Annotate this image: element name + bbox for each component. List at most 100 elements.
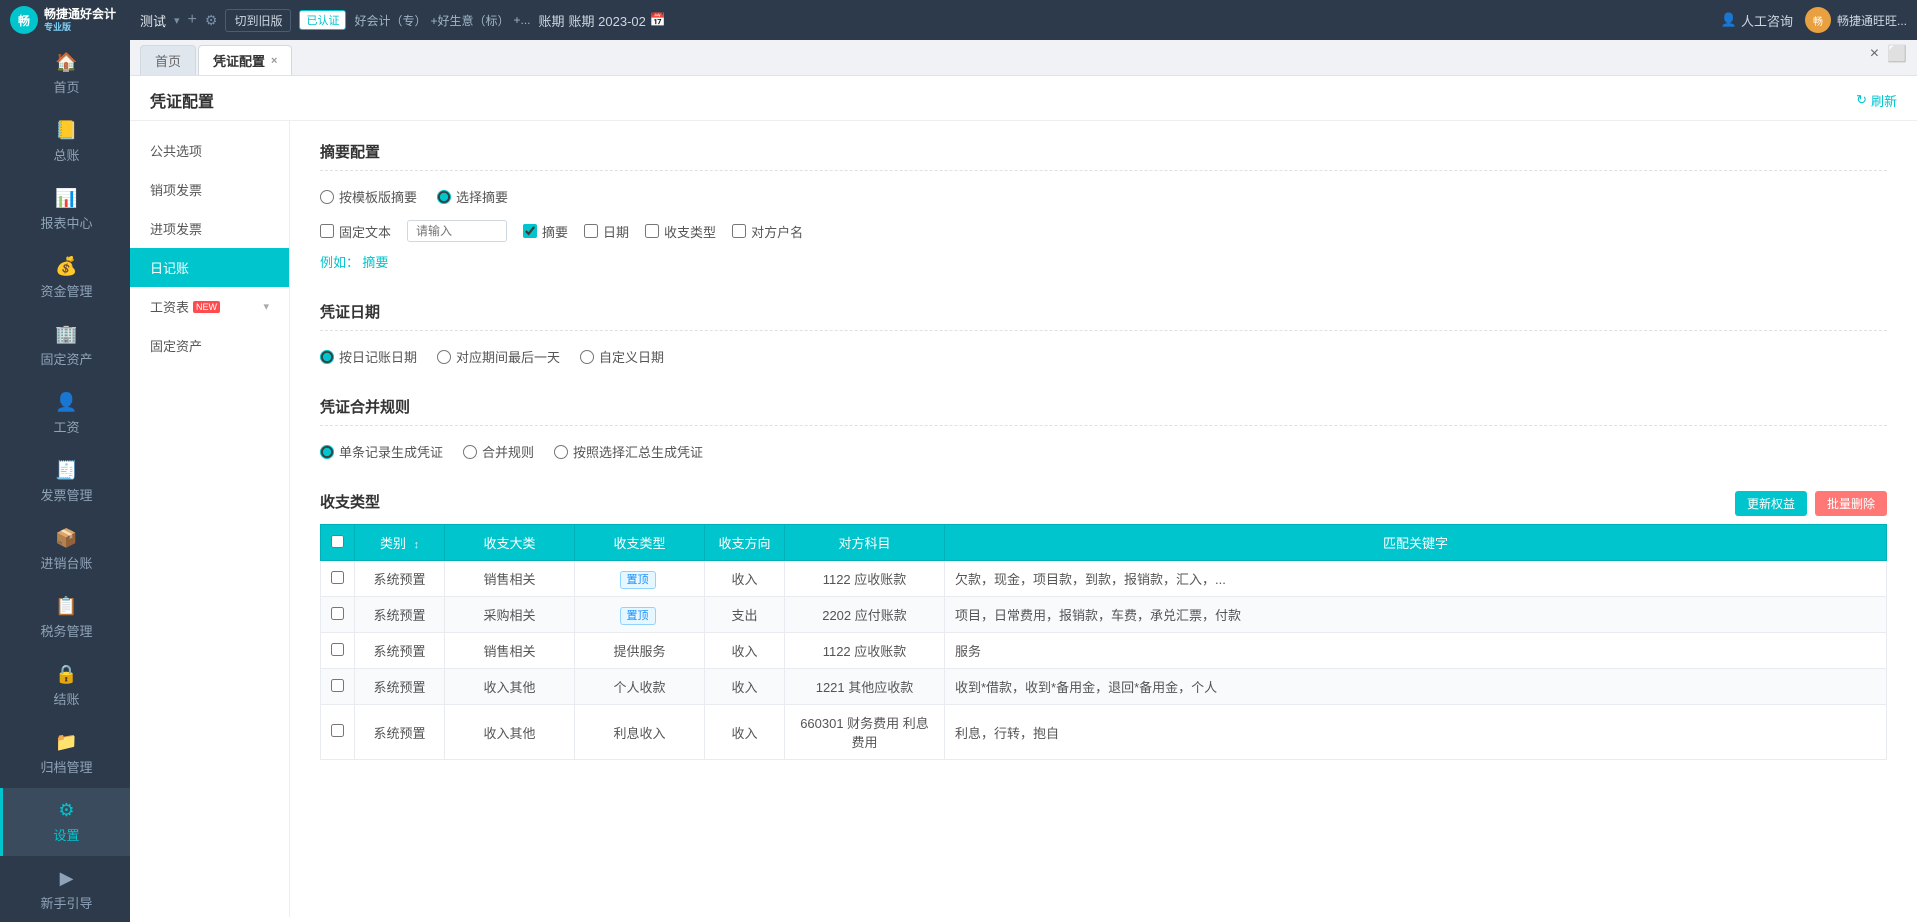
row-checkbox-3[interactable] [331, 679, 344, 692]
th-type: 收支类型 [575, 525, 705, 561]
service-label: 人工咨询 [1741, 11, 1793, 30]
sidebar-item-archive[interactable]: 📁 归档管理 [0, 720, 130, 788]
left-nav-purchase-label: 进项发票 [150, 219, 202, 238]
checkbox-date[interactable]: 日期 [584, 222, 629, 241]
radio-template-input[interactable] [320, 190, 334, 204]
tab-voucher-config[interactable]: 凭证配置 × [198, 45, 292, 75]
service-icon: 👤 [1721, 12, 1737, 28]
checkbox-summary-input[interactable] [523, 224, 537, 238]
table-row: 系统预置 收入其他 利息收入 收入 660301 财务费用 利息费用 利息，行转… [321, 705, 1887, 760]
sidebar-label-tax: 税务管理 [40, 621, 92, 640]
sidebar-item-tax[interactable]: 📋 税务管理 [0, 584, 130, 652]
switch-version-btn[interactable]: 切到旧版 [225, 9, 291, 32]
checkbox-type[interactable]: 收支类型 [645, 222, 716, 241]
cell-keyword-2: 服务 [945, 633, 1887, 669]
user-menu[interactable]: 畅 畅捷通旺旺... [1805, 7, 1907, 33]
radio-journal-date[interactable]: 按日记账日期 [320, 347, 417, 366]
home-icon: 🏠 [55, 52, 77, 73]
left-nav-salary[interactable]: 工资表 NEW ▾ [130, 287, 289, 326]
batch-delete-btn[interactable]: 批量删除 [1815, 491, 1887, 516]
add-icon[interactable]: + [188, 11, 197, 29]
left-nav-sales[interactable]: 销项发票 [130, 170, 289, 209]
update-btn[interactable]: 更新权益 [1735, 491, 1807, 516]
date-checkbox-label: 日期 [603, 222, 629, 241]
radio-template[interactable]: 按模板版摘要 [320, 187, 417, 206]
cell-direction-4: 收入 [705, 705, 785, 760]
row-checkbox-2[interactable] [331, 643, 344, 656]
select-all-checkbox[interactable] [331, 535, 344, 548]
th-checkbox [321, 525, 355, 561]
cell-keyword-3: 收到*借款，收到*备用金，退回*备用金，个人 [945, 669, 1887, 705]
sidebar-item-reports[interactable]: 📊 报表中心 [0, 176, 130, 244]
radio-select-total[interactable]: 按照选择汇总生成凭证 [554, 442, 703, 461]
radio-journal-date-input[interactable] [320, 350, 334, 364]
left-nav-purchase[interactable]: 进项发票 [130, 209, 289, 248]
th-category[interactable]: 类别 ↕ [355, 525, 445, 561]
sidebar-label-payroll: 工资 [53, 417, 79, 436]
merge-section-title: 凭证合并规则 [320, 396, 1887, 426]
checkbox-date-input[interactable] [584, 224, 598, 238]
sidebar-item-purchase[interactable]: 📦 进销台账 [0, 516, 130, 584]
row-checkbox-4[interactable] [331, 724, 344, 737]
checkbox-type-input[interactable] [645, 224, 659, 238]
radio-merge-input[interactable] [463, 445, 477, 459]
cell-type-1: 置顶 [575, 597, 705, 633]
th-big-type: 收支大类 [445, 525, 575, 561]
fixed-text-input[interactable] [407, 220, 507, 242]
cell-checkbox-3[interactable] [321, 669, 355, 705]
radio-merge[interactable]: 合并规则 [463, 442, 534, 461]
radio-select[interactable]: 选择摘要 [437, 187, 508, 206]
tab-home[interactable]: 首页 [140, 45, 196, 75]
service-btn[interactable]: 👤 人工咨询 [1721, 11, 1793, 30]
cell-direction-0: 收入 [705, 561, 785, 597]
assets-icon: 🏢 [55, 324, 77, 345]
checkbox-fixed-text[interactable]: 固定文本 [320, 222, 391, 241]
radio-select-total-label: 按照选择汇总生成凭证 [573, 442, 703, 461]
row-checkbox-0[interactable] [331, 571, 344, 584]
merge-radio-group: 单条记录生成凭证 合并规则 按照选择汇总生成凭证 [320, 442, 1887, 461]
checkbox-counterparty-input[interactable] [732, 224, 746, 238]
logo-sub-text: 专业版 [44, 22, 116, 33]
sidebar-item-guide[interactable]: ▶ 新手引导 [0, 856, 130, 922]
period-display: 账期 账期 2023-02 📅 [539, 11, 667, 30]
sidebar-item-ledger[interactable]: 📒 总账 [0, 108, 130, 176]
calendar-icon[interactable]: 📅 [650, 12, 666, 28]
checkbox-fixed-text-input[interactable] [320, 224, 334, 238]
checkbox-summary[interactable]: 摘要 [523, 222, 568, 241]
radio-period-last-input[interactable] [437, 350, 451, 364]
cell-checkbox-0[interactable] [321, 561, 355, 597]
tab-right-actions: × ⬜ [1870, 44, 1907, 64]
refresh-btn[interactable]: ↻ 刷新 [1856, 91, 1897, 110]
left-nav-public[interactable]: 公共选项 [130, 131, 289, 170]
cell-keyword-0: 欠款，现金，项目款，到款，报销款，汇入，... [945, 561, 1887, 597]
sidebar-item-invoice[interactable]: 🧾 发票管理 [0, 448, 130, 516]
radio-single[interactable]: 单条记录生成凭证 [320, 442, 443, 461]
company-dropdown-icon[interactable]: ▾ [174, 14, 180, 27]
sidebar-item-payroll[interactable]: 👤 工资 [0, 380, 130, 448]
type-tag-0: 置顶 [620, 571, 656, 589]
cell-checkbox-4[interactable] [321, 705, 355, 760]
row-checkbox-1[interactable] [331, 607, 344, 620]
sidebar-item-home[interactable]: 🏠 首页 [0, 40, 130, 108]
radio-period-last[interactable]: 对应期间最后一天 [437, 347, 560, 366]
radio-select-input[interactable] [437, 190, 451, 204]
cell-keyword-1: 项目，日常费用，报销款，车费，承兑汇票，付款 [945, 597, 1887, 633]
settings-icon[interactable]: ⚙ [205, 12, 218, 29]
radio-single-input[interactable] [320, 445, 334, 459]
cell-checkbox-2[interactable] [321, 633, 355, 669]
cell-checkbox-1[interactable] [321, 597, 355, 633]
left-nav-journal[interactable]: 日记账 [130, 248, 289, 287]
sidebar-item-settings[interactable]: ⚙ 设置 [0, 788, 130, 856]
table-row: 系统预置 收入其他 个人收款 收入 1221 其他应收款 收到*借款，收到*备用… [321, 669, 1887, 705]
sidebar-item-assets[interactable]: 🏢 固定资产 [0, 312, 130, 380]
checkbox-counterparty[interactable]: 对方户名 [732, 222, 803, 241]
tab-close-icon[interactable]: × [271, 55, 277, 67]
left-nav-fixed[interactable]: 固定资产 [130, 326, 289, 365]
radio-select-total-input[interactable] [554, 445, 568, 459]
radio-custom-date[interactable]: 自定义日期 [580, 347, 664, 366]
radio-custom-date-input[interactable] [580, 350, 594, 364]
window-maximize-btn[interactable]: ⬜ [1887, 44, 1907, 64]
sidebar-item-closing[interactable]: 🔒 结账 [0, 652, 130, 720]
sidebar-item-capital[interactable]: 💰 资金管理 [0, 244, 130, 312]
window-close-btn[interactable]: × [1870, 44, 1879, 64]
